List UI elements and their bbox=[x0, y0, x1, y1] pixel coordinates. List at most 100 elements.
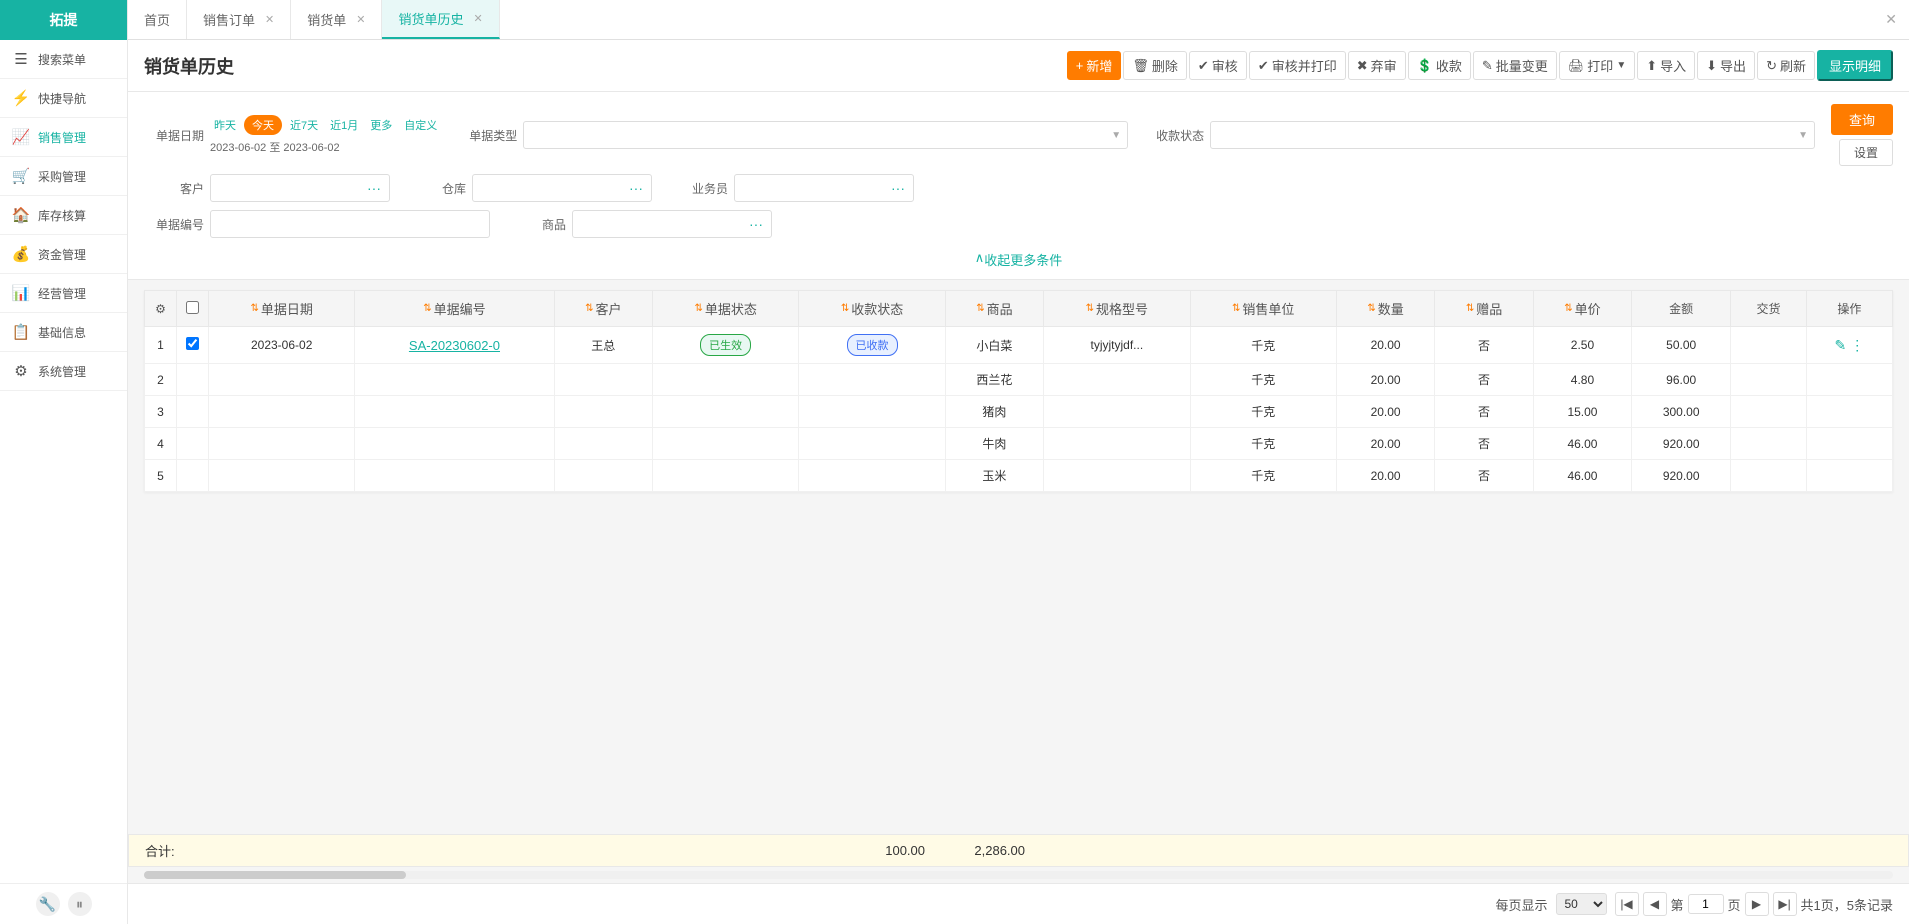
col-doc-date-label: 单据日期 bbox=[261, 299, 313, 318]
col-product-header[interactable]: ⇅商品 bbox=[945, 291, 1043, 327]
cell-check[interactable] bbox=[177, 327, 209, 364]
export-icon: ⬇ bbox=[1706, 58, 1717, 74]
customer-picker-icon[interactable]: ··· bbox=[367, 180, 381, 196]
cell-amount: 300.00 bbox=[1632, 396, 1731, 428]
export-label: 导出 bbox=[1720, 56, 1746, 75]
horizontal-scrollbar[interactable] bbox=[144, 871, 1893, 879]
col-price-header[interactable]: ⇅单价 bbox=[1533, 291, 1631, 327]
audit-button[interactable]: ✔ 审核 bbox=[1189, 51, 1247, 80]
cell-doc-date: 2023-06-02 bbox=[209, 327, 355, 364]
warehouse-picker-icon[interactable]: ··· bbox=[629, 180, 643, 196]
sidebar-item-sys-mgmt[interactable]: ⚙ 系统管理 bbox=[0, 352, 127, 391]
col-unit-header[interactable]: ⇅销售单位 bbox=[1190, 291, 1336, 327]
edit-action-icon[interactable]: ✎ bbox=[1835, 337, 1847, 354]
next-page-button[interactable]: ▶ bbox=[1745, 892, 1769, 916]
tab-bar-close-icon[interactable]: ✕ bbox=[1873, 11, 1909, 28]
date-tab-1month[interactable]: 近1月 bbox=[326, 115, 362, 135]
col-doc-status-header[interactable]: ⇅单据状态 bbox=[653, 291, 799, 327]
stock-calc-icon: 🏠 bbox=[12, 206, 30, 224]
export-button[interactable]: ⬇ 导出 bbox=[1697, 51, 1755, 80]
first-page-button[interactable]: |◀ bbox=[1615, 892, 1639, 916]
cell-check[interactable] bbox=[177, 428, 209, 460]
doc-no-input[interactable] bbox=[210, 210, 490, 238]
sidebar-item-sales-mgmt[interactable]: 📈 销售管理 bbox=[0, 118, 127, 157]
sidebar-item-label: 系统管理 bbox=[38, 363, 86, 380]
salesperson-picker-icon[interactable]: ··· bbox=[891, 180, 905, 196]
tab-sales-history[interactable]: 销货单历史 ✕ bbox=[382, 0, 499, 39]
sidebar-item-ops-mgmt[interactable]: 📊 经营管理 bbox=[0, 274, 127, 313]
customer-input[interactable]: ··· bbox=[210, 174, 390, 202]
col-customer-header[interactable]: ⇅客户 bbox=[554, 291, 652, 327]
product-input[interactable]: ··· bbox=[572, 210, 772, 238]
sort-icon: ⇅ bbox=[423, 303, 431, 314]
doc-no-link[interactable]: SA-20230602-0 bbox=[409, 338, 500, 353]
pay-status-select[interactable]: ▼ bbox=[1210, 121, 1815, 149]
page-number-input[interactable] bbox=[1688, 894, 1724, 914]
col-check-header[interactable] bbox=[177, 291, 209, 327]
batch-change-button[interactable]: ✎ 批量变更 bbox=[1473, 51, 1557, 80]
date-tab-today[interactable]: 今天 bbox=[244, 115, 282, 135]
show-detail-label: 显示明细 bbox=[1829, 59, 1881, 74]
sidebar-item-stock-calc[interactable]: 🏠 库存核算 bbox=[0, 196, 127, 235]
cell-actions bbox=[1806, 428, 1892, 460]
date-tab-yesterday[interactable]: 昨天 bbox=[210, 115, 240, 135]
collapse-search-row[interactable]: ∧ 收起更多条件 bbox=[144, 246, 1893, 273]
doc-type-select[interactable]: ▼ bbox=[523, 121, 1128, 149]
ops-mgmt-icon: 📊 bbox=[12, 284, 30, 302]
refresh-button[interactable]: ↻ 刷新 bbox=[1757, 51, 1815, 80]
col-settings-header[interactable]: ⚙ bbox=[145, 291, 177, 327]
col-spec-header[interactable]: ⇅规格型号 bbox=[1044, 291, 1190, 327]
cell-check[interactable] bbox=[177, 396, 209, 428]
date-tab-custom[interactable]: 自定义 bbox=[400, 115, 441, 135]
add-button[interactable]: + 新增 bbox=[1067, 51, 1122, 80]
last-page-button[interactable]: ▶| bbox=[1773, 892, 1797, 916]
scroll-thumb[interactable] bbox=[144, 871, 406, 879]
abandon-button[interactable]: ✖ 弃审 bbox=[1348, 51, 1406, 80]
row-checkbox[interactable] bbox=[186, 337, 199, 350]
sidebar-item-purchase-mgmt[interactable]: 🛒 采购管理 bbox=[0, 157, 127, 196]
col-customer-label: 客户 bbox=[595, 299, 621, 318]
cell-check[interactable] bbox=[177, 460, 209, 492]
col-doc-date-header[interactable]: ⇅单据日期 bbox=[209, 291, 355, 327]
customer-field: 客户 ··· bbox=[144, 174, 390, 202]
sidebar-item-fund-mgmt[interactable]: 💰 资金管理 bbox=[0, 235, 127, 274]
tab-home[interactable]: 首页 bbox=[128, 0, 187, 39]
tab-sales-order[interactable]: 销售订单 ✕ bbox=[187, 0, 291, 39]
more-action-icon[interactable]: ⋮ bbox=[1850, 337, 1864, 354]
import-button[interactable]: ⬆ 导入 bbox=[1637, 51, 1695, 80]
tab-sales-history-close[interactable]: ✕ bbox=[474, 12, 483, 25]
col-qty-header[interactable]: ⇅数量 bbox=[1336, 291, 1434, 327]
tab-sales-delivery-close[interactable]: ✕ bbox=[356, 13, 365, 26]
sidebar-item-quick-nav[interactable]: ⚡ 快捷导航 bbox=[0, 79, 127, 118]
sidebar-item-base-info[interactable]: 📋 基础信息 bbox=[0, 313, 127, 352]
delete-icon: 🗑 bbox=[1132, 58, 1149, 74]
audit-print-button[interactable]: ✔ 审核并打印 bbox=[1249, 51, 1346, 80]
sidebar-item-label: 基础信息 bbox=[38, 324, 86, 341]
sort-icon: ⇅ bbox=[1564, 303, 1572, 314]
warehouse-input[interactable]: ··· bbox=[472, 174, 652, 202]
per-page-select[interactable]: 50 100 200 bbox=[1556, 893, 1607, 915]
tab-sales-order-close[interactable]: ✕ bbox=[265, 13, 274, 26]
collect-button[interactable]: 💲 收款 bbox=[1408, 51, 1471, 80]
delete-button[interactable]: 🗑 删除 bbox=[1123, 51, 1187, 80]
date-tab-7days[interactable]: 近7天 bbox=[286, 115, 322, 135]
toggle-sidebar-icon[interactable]: ⏸ bbox=[68, 892, 92, 916]
setting-button[interactable]: 设置 bbox=[1839, 139, 1893, 166]
settings-bottom-icon[interactable]: 🔧 bbox=[36, 892, 60, 916]
col-pay-status-header[interactable]: ⇅收款状态 bbox=[799, 291, 945, 327]
tab-sales-delivery[interactable]: 销货单 ✕ bbox=[291, 0, 382, 39]
col-actions-header: 操作 bbox=[1806, 291, 1892, 327]
prev-page-button[interactable]: ◀ bbox=[1643, 892, 1667, 916]
cell-check[interactable] bbox=[177, 364, 209, 396]
col-gift-header[interactable]: ⇅赠品 bbox=[1435, 291, 1533, 327]
date-tab-more[interactable]: 更多 bbox=[366, 115, 396, 135]
select-all-checkbox[interactable] bbox=[186, 301, 199, 314]
collect-icon: 💲 bbox=[1417, 58, 1433, 74]
sidebar-item-search-menu[interactable]: ☰ 搜索菜单 bbox=[0, 40, 127, 79]
salesperson-input[interactable]: ··· bbox=[734, 174, 914, 202]
print-button[interactable]: 🖨 打印 ▼ bbox=[1559, 51, 1635, 80]
product-picker-icon[interactable]: ··· bbox=[749, 216, 763, 232]
query-button[interactable]: 查询 bbox=[1831, 104, 1893, 135]
col-doc-no-header[interactable]: ⇅单据编号 bbox=[355, 291, 554, 327]
show-detail-button[interactable]: 显示明细 bbox=[1817, 50, 1893, 81]
